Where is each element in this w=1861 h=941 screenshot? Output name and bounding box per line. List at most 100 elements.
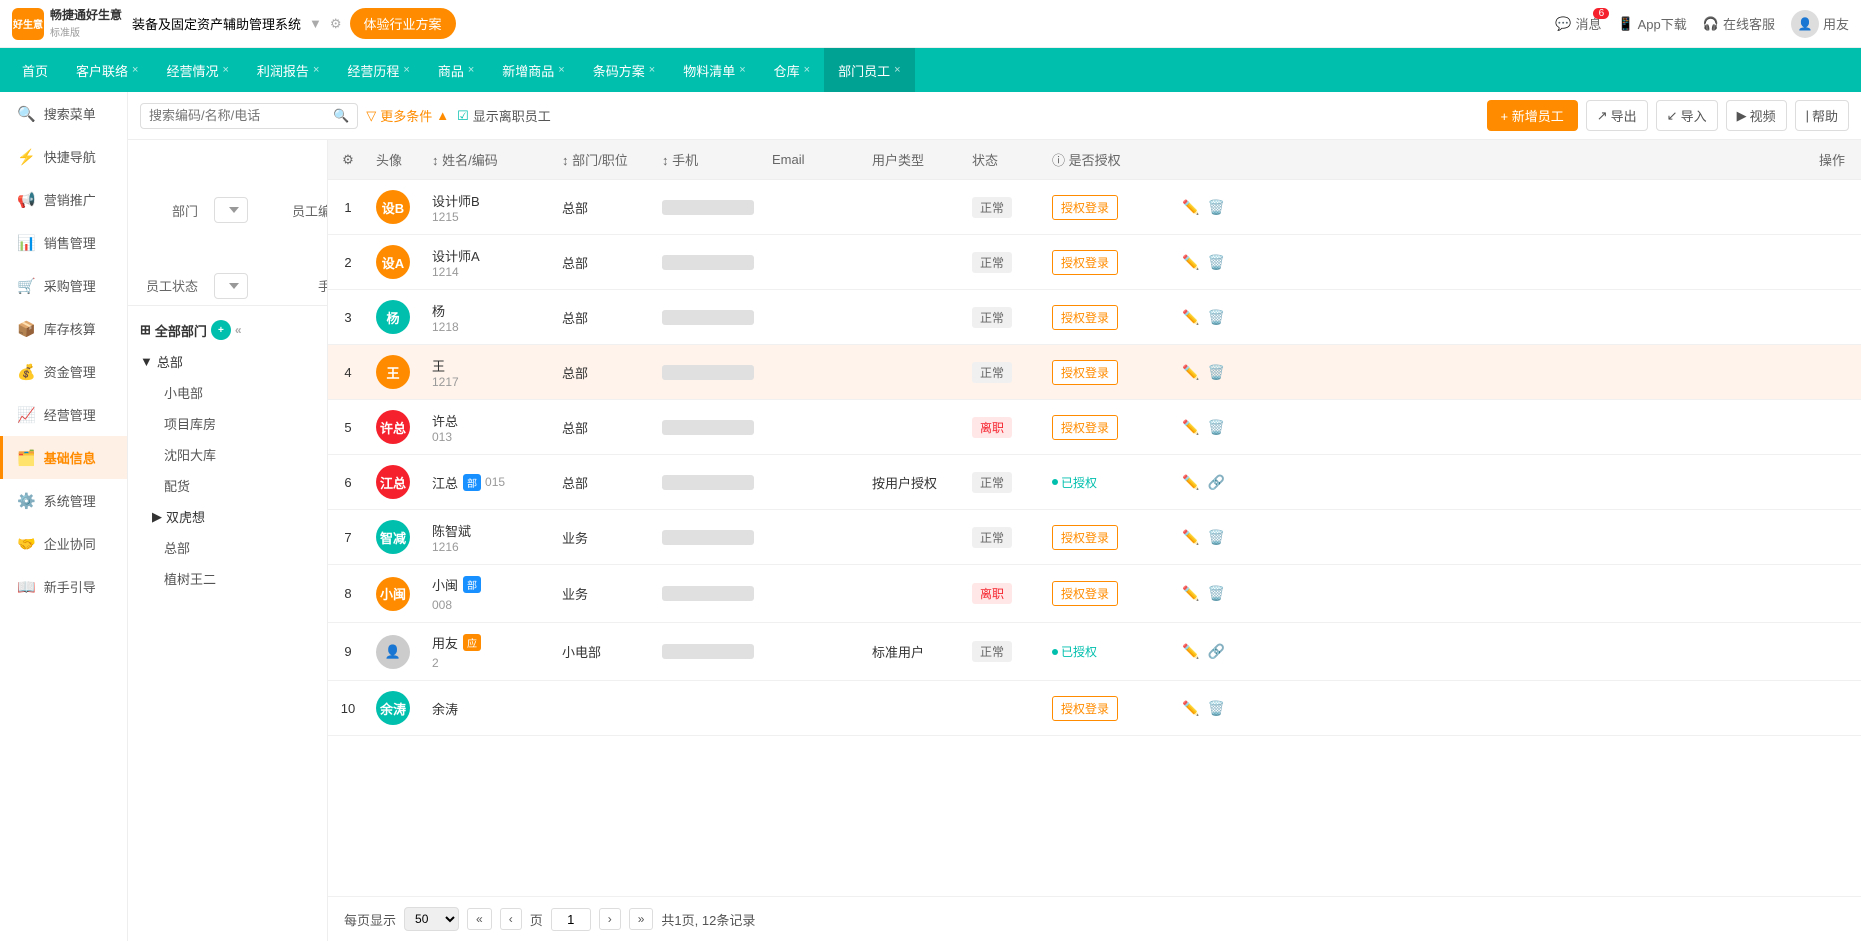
delete-icon[interactable]: 🗑️ <box>1207 309 1224 326</box>
search-input-wrap[interactable]: 🔍 <box>140 103 358 129</box>
delete-icon[interactable]: 🗑️ <box>1207 364 1224 381</box>
first-page-btn[interactable]: « <box>467 908 492 930</box>
dept-item-xiangmu[interactable]: 项目库房 <box>128 408 327 439</box>
edit-icon[interactable]: ✏️ <box>1182 199 1199 216</box>
user-action[interactable]: 👤 用友 <box>1791 10 1849 38</box>
auth-button[interactable]: 授权登录 <box>1052 415 1118 440</box>
sidebar-item-cooperation[interactable]: 🤝 企业协同 <box>0 522 127 565</box>
tab-journey[interactable]: 经营历程 × <box>333 48 423 92</box>
sidebar-item-guide[interactable]: 📖 新手引导 <box>0 565 127 608</box>
dept-group-shuanghu[interactable]: ▶ 双虎想 <box>128 501 327 532</box>
more-filter-btn[interactable]: ▽ 更多条件 ▲ <box>366 106 449 125</box>
col-header-phone[interactable]: ↕ 手机 <box>654 140 764 180</box>
dept-item-xiaodian[interactable]: 小电部 <box>128 377 327 408</box>
sidebar-item-search[interactable]: 🔍 搜索菜单 <box>0 92 127 135</box>
close-icon[interactable]: × <box>132 64 138 76</box>
auth-button[interactable]: 授权登录 <box>1052 581 1118 606</box>
auth-button[interactable]: 授权登录 <box>1052 525 1118 550</box>
link-icon[interactable]: 🔗 <box>1207 643 1224 660</box>
dept-filter-select[interactable] <box>214 197 248 223</box>
help-button[interactable]: | 帮助 <box>1795 100 1849 131</box>
close-icon[interactable]: × <box>649 64 655 76</box>
sidebar-item-system[interactable]: ⚙️ 系统管理 <box>0 479 127 522</box>
video-button[interactable]: ▶ 视频 <box>1726 100 1787 131</box>
delete-icon[interactable]: 🗑️ <box>1207 529 1224 546</box>
auth-button[interactable]: 授权登录 <box>1052 250 1118 275</box>
sidebar-item-quick-nav[interactable]: ⚡ 快捷导航 <box>0 135 127 178</box>
col-header-name[interactable]: ↕ 姓名/编码 <box>424 140 554 180</box>
tab-warehouse[interactable]: 仓库 × <box>760 48 824 92</box>
close-icon[interactable]: × <box>558 64 564 76</box>
edit-icon[interactable]: ✏️ <box>1182 585 1199 602</box>
next-page-btn[interactable]: › <box>599 908 621 930</box>
export-button[interactable]: ↗ 导出 <box>1586 100 1648 131</box>
dept-collapse-btn[interactable]: « <box>235 323 242 337</box>
edit-icon[interactable]: ✏️ <box>1182 700 1199 717</box>
sidebar-item-sales[interactable]: 📊 销售管理 <box>0 221 127 264</box>
app-download-action[interactable]: 📱 App下载 <box>1617 14 1686 33</box>
tab-customer[interactable]: 客户联络 × <box>62 48 152 92</box>
edit-icon[interactable]: ✏️ <box>1182 364 1199 381</box>
dept-item-zhishu[interactable]: 植树王二 <box>128 563 327 594</box>
tab-home[interactable]: 首页 <box>8 48 62 92</box>
sidebar-item-finance[interactable]: 💰 资金管理 <box>0 350 127 393</box>
edit-icon[interactable]: ✏️ <box>1182 309 1199 326</box>
col-header-dept[interactable]: ↕ 部门/职位 <box>554 140 654 180</box>
close-icon[interactable]: × <box>894 64 900 76</box>
delete-icon[interactable]: 🗑️ <box>1207 199 1224 216</box>
col-header-settings[interactable]: ⚙ <box>328 140 368 180</box>
close-icon[interactable]: × <box>468 64 474 76</box>
edit-icon[interactable]: ✏️ <box>1182 254 1199 271</box>
delete-icon[interactable]: 🗑️ <box>1207 585 1224 602</box>
tab-barcode[interactable]: 条码方案 × <box>579 48 669 92</box>
close-icon[interactable]: × <box>403 64 409 76</box>
dept-item-shenyang[interactable]: 沈阳大库 <box>128 439 327 470</box>
auth-button[interactable]: 授权登录 <box>1052 305 1118 330</box>
sidebar-item-management[interactable]: 📈 经营管理 <box>0 393 127 436</box>
dept-add-btn[interactable]: + <box>211 320 231 340</box>
dept-item-zongbu2[interactable]: 总部 <box>128 532 327 563</box>
delete-icon[interactable]: 🗑️ <box>1207 700 1224 717</box>
message-action[interactable]: 💬 消息 6 <box>1555 14 1601 33</box>
sidebar-item-inventory[interactable]: 📦 库存核算 <box>0 307 127 350</box>
empstatus-filter-select[interactable] <box>214 273 248 299</box>
show-resigned-toggle[interactable]: ☑ 显示离职员工 <box>457 106 551 125</box>
search-input[interactable] <box>149 108 329 123</box>
tab-dept-employee[interactable]: 部门员工 × <box>824 48 914 92</box>
prev-page-btn[interactable]: ‹ <box>500 908 522 930</box>
close-icon[interactable]: × <box>739 64 745 76</box>
tab-profit[interactable]: 利润报告 × <box>243 48 333 92</box>
trial-button[interactable]: 体验行业方案 <box>350 8 456 39</box>
delete-icon[interactable]: 🗑️ <box>1207 419 1224 436</box>
edit-icon[interactable]: ✏️ <box>1182 474 1199 491</box>
tab-bom[interactable]: 物料清单 × <box>669 48 759 92</box>
tab-operation[interactable]: 经营情况 × <box>152 48 242 92</box>
close-icon[interactable]: × <box>222 64 228 76</box>
delete-icon[interactable]: 🗑️ <box>1207 254 1224 271</box>
sidebar-item-label: 营销推广 <box>44 190 96 209</box>
dept-group-zongbu[interactable]: ▼ 总部 <box>128 346 327 377</box>
close-icon[interactable]: × <box>804 64 810 76</box>
auth-button[interactable]: 授权登录 <box>1052 696 1118 721</box>
edit-icon[interactable]: ✏️ <box>1182 419 1199 436</box>
import-button[interactable]: ↙ 导入 <box>1656 100 1718 131</box>
sidebar-item-marketing[interactable]: 📢 营销推广 <box>0 178 127 221</box>
sidebar-item-basic-info[interactable]: 🗂️ 基础信息 <box>0 436 127 479</box>
auth-button[interactable]: 授权登录 <box>1052 360 1118 385</box>
edit-icon[interactable]: ✏️ <box>1182 529 1199 546</box>
tab-goods[interactable]: 商品 × <box>424 48 488 92</box>
edit-icon[interactable]: ✏️ <box>1182 643 1199 660</box>
sidebar-item-purchase[interactable]: 🛒 采购管理 <box>0 264 127 307</box>
dept-item-peihuo[interactable]: 配货 <box>128 470 327 501</box>
link-icon[interactable]: 🔗 <box>1207 474 1224 491</box>
page-input[interactable] <box>551 908 591 931</box>
auth-button[interactable]: 授权登录 <box>1052 195 1118 220</box>
add-employee-button[interactable]: + 新增员工 <box>1487 100 1578 131</box>
gear-icon[interactable]: ⚙ <box>330 16 342 32</box>
tab-new-goods[interactable]: 新增商品 × <box>488 48 578 92</box>
per-page-select[interactable]: 50 100 <box>404 907 459 931</box>
last-page-btn[interactable]: » <box>629 908 654 930</box>
close-icon[interactable]: × <box>313 64 319 76</box>
online-service-action[interactable]: 🎧 在线客服 <box>1703 14 1775 33</box>
system-dropdown-icon[interactable]: ▼ <box>309 16 322 31</box>
